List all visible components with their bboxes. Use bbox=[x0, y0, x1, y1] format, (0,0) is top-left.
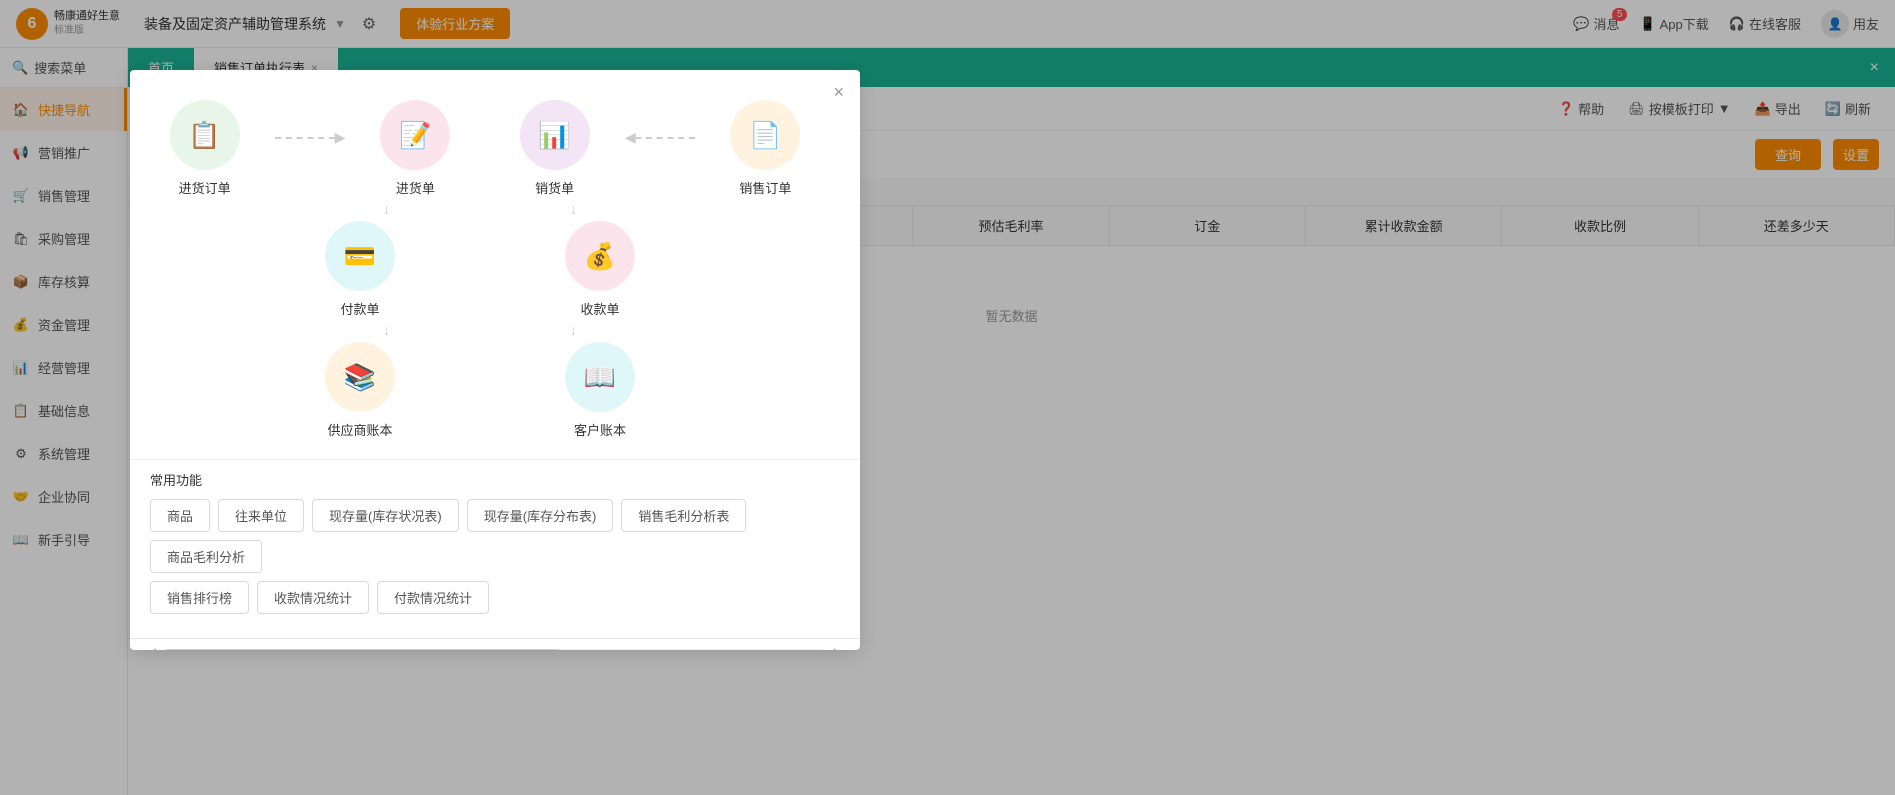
receipt-slip-label: 收款单 bbox=[580, 299, 619, 318]
arrow-sales-order-to-slip: ▶ bbox=[625, 129, 696, 168]
btn-stock-dist[interactable]: 现存量(库存分布表) bbox=[467, 499, 614, 532]
scroll-track[interactable] bbox=[164, 649, 826, 650]
sales-slip-label: 销货单 bbox=[535, 178, 574, 197]
supplier-ledger-label: 供应商账本 bbox=[327, 420, 392, 439]
btn-product-gross[interactable]: 商品毛利分析 bbox=[150, 540, 262, 573]
sales-order-label: 销售订单 bbox=[739, 178, 791, 197]
customer-ledger-icon: 📖 bbox=[565, 342, 635, 412]
scroll-bar-area: ◀ ▶ bbox=[130, 638, 860, 650]
flow-diagram: 📋 进货订单 ▶ 📝 进货单 bbox=[130, 70, 860, 459]
common-functions-title: 常用功能 bbox=[150, 470, 840, 489]
payment-slip-label: 付款单 bbox=[340, 299, 379, 318]
flow-modal: × 📋 进货订单 ▶ bbox=[130, 70, 860, 650]
supplier-ledger-node[interactable]: 📚 供应商账本 bbox=[290, 342, 430, 439]
payment-slip-icon: 💳 bbox=[325, 221, 395, 291]
purchase-order-icon: 📋 bbox=[170, 100, 240, 170]
scroll-right-icon[interactable]: ▶ bbox=[834, 645, 844, 650]
receipt-slip-icon: 💰 bbox=[565, 221, 635, 291]
sales-slip-node[interactable]: 📊 销货单 bbox=[485, 100, 625, 197]
arrow-down-to-customer: ↓ bbox=[570, 322, 577, 338]
btn-receipt-stats[interactable]: 收款情况统计 bbox=[257, 581, 369, 614]
purchase-order-label: 进货订单 bbox=[179, 178, 231, 197]
purchase-slip-label: 进货单 bbox=[396, 178, 435, 197]
supplier-ledger-icon: 📚 bbox=[325, 342, 395, 412]
app-container: 6 畅康通好生意 标准版 装备及固定资产辅助管理系统 ▼ ⚙ 体验行业方案 💬 … bbox=[0, 0, 1895, 795]
scroll-thumb bbox=[164, 649, 561, 650]
btn-partner[interactable]: 往来单位 bbox=[218, 499, 304, 532]
sales-order-node[interactable]: 📄 销售订单 bbox=[695, 100, 835, 197]
common-functions-section: 常用功能 商品 往来单位 现存量(库存状况表) 现存量(库存分布表) 销售毛利分… bbox=[130, 459, 860, 638]
common-buttons-row2: 销售排行榜 收款情况统计 付款情况统计 bbox=[150, 581, 840, 614]
modal-overlay[interactable]: × 📋 进货订单 ▶ bbox=[0, 0, 1895, 795]
purchase-slip-icon: 📝 bbox=[380, 100, 450, 170]
receipt-slip-node[interactable]: 💰 收款单 bbox=[530, 221, 670, 318]
customer-ledger-label: 客户账本 bbox=[574, 420, 626, 439]
purchase-order-node[interactable]: 📋 进货订单 bbox=[135, 100, 275, 197]
customer-ledger-node[interactable]: 📖 客户账本 bbox=[530, 342, 670, 439]
modal-close-button[interactable]: × bbox=[833, 82, 844, 103]
sales-order-icon: 📄 bbox=[730, 100, 800, 170]
btn-product[interactable]: 商品 bbox=[150, 499, 210, 532]
common-buttons-row1: 商品 往来单位 现存量(库存状况表) 现存量(库存分布表) 销售毛利分析表 商品… bbox=[150, 499, 840, 573]
btn-sales-gross[interactable]: 销售毛利分析表 bbox=[621, 499, 746, 532]
arrow-down-to-receipt: ↓ bbox=[570, 201, 577, 217]
btn-payment-stats[interactable]: 付款情况统计 bbox=[377, 581, 489, 614]
scroll-left-icon[interactable]: ◀ bbox=[146, 645, 156, 650]
arrow-down-to-payment: ↓ bbox=[383, 201, 390, 217]
btn-stock-status[interactable]: 现存量(库存状况表) bbox=[312, 499, 459, 532]
btn-sales-ranking[interactable]: 销售排行榜 bbox=[150, 581, 249, 614]
arrow-down-to-supplier: ↓ bbox=[383, 322, 390, 338]
arrow-purchase-to-slip: ▶ bbox=[275, 129, 346, 168]
sales-slip-icon: 📊 bbox=[520, 100, 590, 170]
payment-slip-node[interactable]: 💳 付款单 bbox=[290, 221, 430, 318]
purchase-slip-node[interactable]: 📝 进货单 bbox=[345, 100, 485, 197]
